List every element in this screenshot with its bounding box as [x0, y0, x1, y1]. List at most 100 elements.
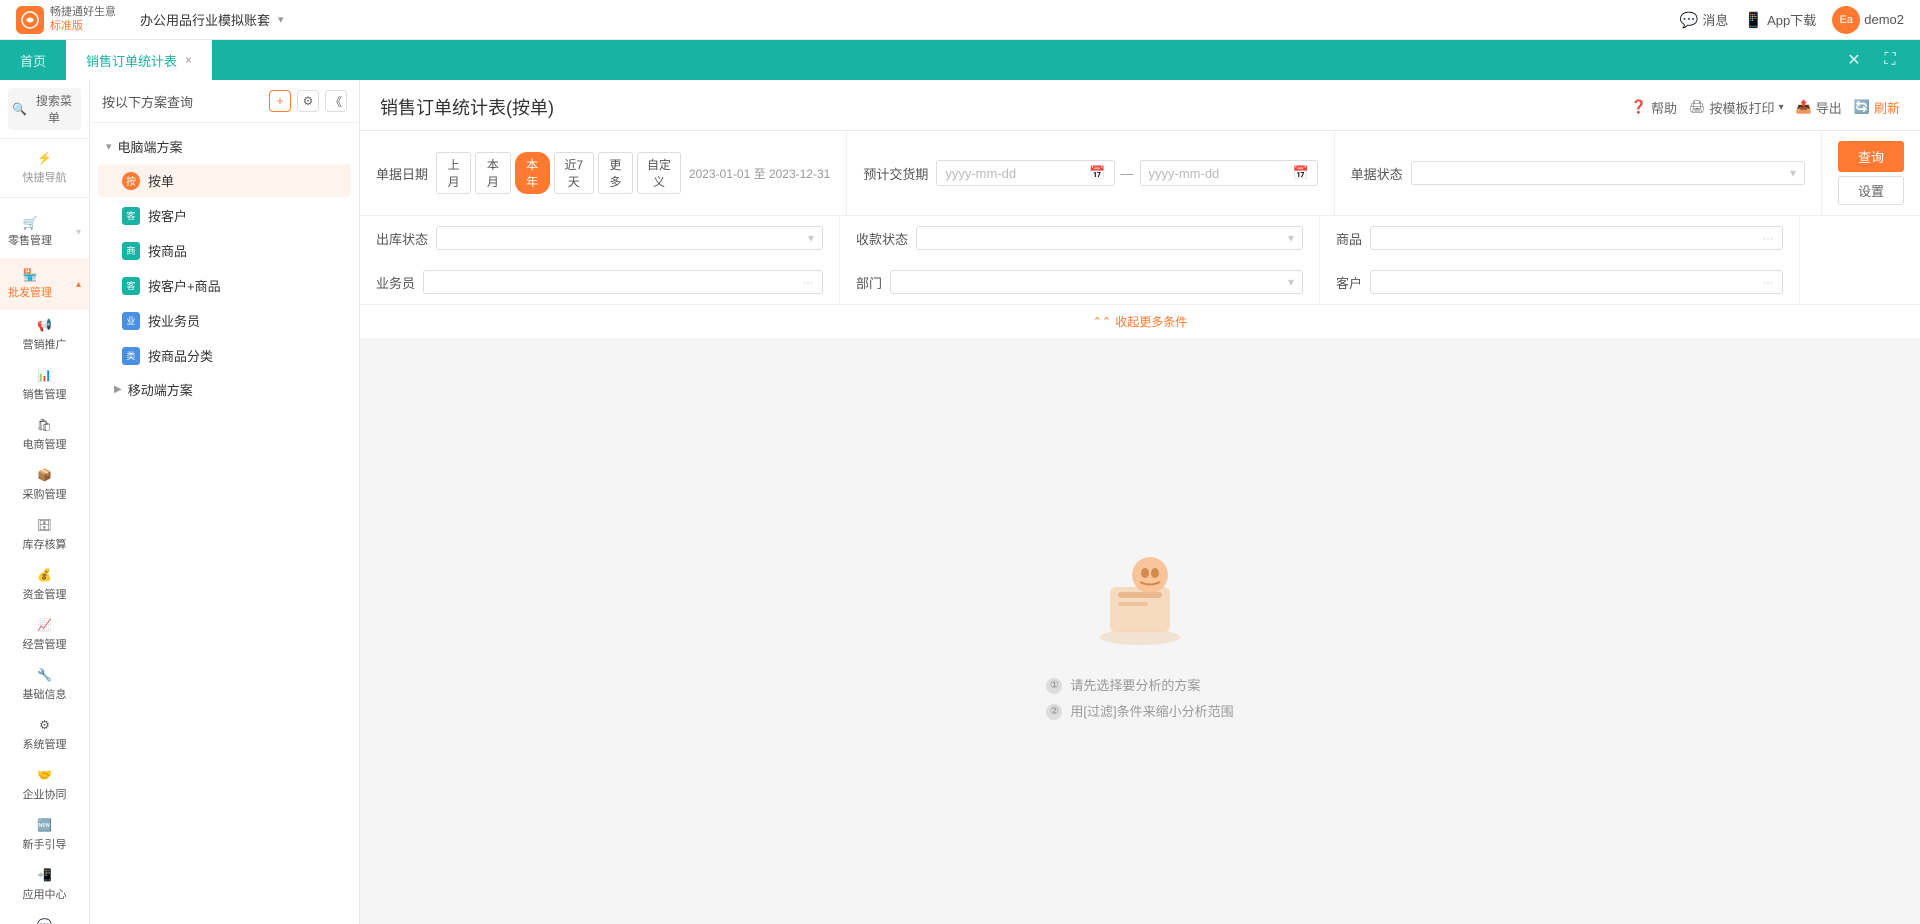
- scheme-label-by-order: 按单: [148, 171, 174, 190]
- query-btn[interactable]: 查询: [1838, 141, 1904, 172]
- date-btn-more[interactable]: 更多: [598, 152, 633, 194]
- sidebar-item-app[interactable]: 📲 应用中心: [0, 860, 89, 910]
- date-btn-custom[interactable]: 自定义: [637, 152, 681, 194]
- scheme-item-by-order[interactable]: 按 按单: [98, 164, 351, 197]
- scheme-label-by-goods-category: 按商品分类: [148, 346, 213, 365]
- nav-tabs: 首页 销售订单统计表 × ✕ ⛶: [0, 40, 1920, 80]
- download-btn[interactable]: 📱 App下载: [1744, 10, 1816, 29]
- app-title-arrow: ▾: [278, 13, 284, 26]
- collapse-bar[interactable]: ⌃⌃ 收起更多条件: [360, 304, 1920, 338]
- date-btn-last-month[interactable]: 上月: [436, 152, 471, 194]
- basic-icon: 🔧: [37, 668, 52, 682]
- sidebar-item-system[interactable]: ⚙ 系统管理: [0, 710, 89, 760]
- page-title: 销售订单统计表(按单): [380, 94, 554, 120]
- scheme-item-by-goods-category[interactable]: 类 按商品分类: [98, 339, 351, 372]
- calendar-start-icon: 📅: [1089, 165, 1105, 181]
- top-bar-left: 畅捷通好生意 标准版 办公用品行业模拟账套 ▾: [16, 6, 284, 34]
- scheme-item-by-salesman[interactable]: 业 按业务员: [98, 304, 351, 337]
- search-menu-btn[interactable]: 🔍 搜索菜单: [8, 88, 81, 130]
- help-btn[interactable]: ❓ 帮助: [1631, 98, 1677, 117]
- status-label: 单据状态: [1351, 164, 1403, 183]
- window-close-icon[interactable]: ✕: [1840, 46, 1868, 74]
- search-icon: 🔍: [12, 102, 27, 116]
- sidebar-item-inventory[interactable]: 🗄 库存核算: [0, 510, 89, 560]
- sales-icon: 📊: [37, 368, 52, 382]
- collect-status-dropdown-icon: ▾: [1288, 231, 1294, 245]
- scheme-item-by-customer[interactable]: 客 按客户: [98, 199, 351, 232]
- message-btn[interactable]: 💬 消息: [1680, 10, 1729, 29]
- status-select[interactable]: ▾: [1411, 161, 1805, 185]
- inventory-icon: 🗄: [37, 518, 52, 532]
- status-dropdown-icon: ▾: [1790, 166, 1796, 180]
- collapse-panel-btn[interactable]: 《: [325, 90, 347, 112]
- sidebar-item-basic[interactable]: 🔧 基础信息: [0, 660, 89, 710]
- scheme-label-by-salesman: 按业务员: [148, 311, 200, 330]
- scheme-subgroup-header-mobile[interactable]: ▶ 移动端方案: [98, 374, 351, 405]
- empty-svg: [1080, 537, 1200, 657]
- date-btn-this-year[interactable]: 本年: [515, 152, 550, 194]
- department-dropdown-icon: ▾: [1288, 275, 1294, 289]
- sidebar-item-ecommerce[interactable]: 🛍 电商管理: [0, 410, 89, 460]
- out-status-select[interactable]: ▾: [436, 226, 823, 250]
- tab-home[interactable]: 首页: [0, 40, 66, 80]
- filter-row-2: 出库状态 ▾ 收款状态: [360, 216, 1920, 260]
- scheme-item-by-customer-goods[interactable]: 客 按客户+商品: [98, 269, 351, 302]
- sidebar-item-marketing[interactable]: 📢 营销推广: [0, 310, 89, 360]
- logo-text: 畅捷通好生意 标准版: [50, 6, 116, 32]
- user-area[interactable]: Ea demo2: [1832, 6, 1904, 34]
- scheme-group-label-mobile: 移动端方案: [128, 380, 193, 399]
- export-btn[interactable]: 📤 导出: [1796, 98, 1842, 117]
- scheme-item-by-goods[interactable]: 商 按商品: [98, 234, 351, 267]
- calendar-end-icon: 📅: [1292, 165, 1308, 181]
- scheme-icon-by-customer-goods: 客: [122, 277, 140, 295]
- department-select[interactable]: ▾: [890, 270, 1303, 294]
- refresh-btn[interactable]: 🔄 刷新: [1854, 98, 1900, 117]
- sidebar-item-enterprise[interactable]: 🤝 企业协同: [0, 760, 89, 810]
- settings-scheme-btn[interactable]: ⚙: [297, 90, 319, 112]
- sidebar-item-quick-nav[interactable]: ⚡ 快捷导航: [0, 143, 89, 193]
- date-btn-this-month[interactable]: 本月: [475, 152, 510, 194]
- expected-date-end[interactable]: yyyy-mm-dd 📅: [1140, 160, 1318, 186]
- sidebar-item-purchase[interactable]: 📦 采购管理: [0, 460, 89, 510]
- quick-nav-icon: ⚡: [37, 151, 52, 165]
- sidebar-item-wholesale[interactable]: 🏪 批发管理 ▴: [0, 258, 89, 310]
- date-btn-7days[interactable]: 近7天: [554, 152, 594, 194]
- avatar: Ea: [1832, 6, 1860, 34]
- print-icon: 🖨: [1689, 99, 1706, 115]
- customer-input[interactable]: ···: [1370, 270, 1783, 294]
- expected-date-start[interactable]: yyyy-mm-dd 📅: [936, 160, 1114, 186]
- empty-num-2: ②: [1046, 704, 1062, 720]
- window-maximize-icon[interactable]: ⛶: [1876, 46, 1904, 74]
- export-icon: 📤: [1796, 99, 1812, 115]
- main-layout: 🔍 搜索菜单 ⚡ 快捷导航 🛒 零售管理 ▾ 🏪 批发管理 ▴: [0, 80, 1920, 924]
- tab-close-icon[interactable]: ×: [185, 53, 192, 67]
- sidebar-nav: ⚡ 快捷导航: [0, 139, 89, 198]
- out-status-label: 出库状态: [376, 229, 428, 248]
- sidebar-item-newbie[interactable]: 🆕 新手引导: [0, 810, 89, 860]
- content-area: 按以下方案查询 + ⚙ 《 ▾ 电脑端方案 按 按单: [90, 80, 1920, 924]
- operations-icon: 📈: [37, 618, 52, 632]
- sidebar-item-wechat[interactable]: 💬 企业微信: [0, 910, 89, 924]
- app-title[interactable]: 办公用品行业模拟账套: [140, 10, 270, 29]
- scheme-icon-by-order: 按: [122, 172, 140, 190]
- goods-input-wrap: ···: [1370, 226, 1783, 250]
- sidebar-item-finance[interactable]: 💰 资金管理: [0, 560, 89, 610]
- salesman-more-icon: ···: [802, 275, 814, 289]
- enterprise-icon: 🤝: [37, 768, 52, 782]
- customer-label: 客户: [1336, 273, 1362, 292]
- print-btn[interactable]: 🖨 按模板打印 ▾: [1689, 98, 1784, 117]
- scheme-group-header-pc[interactable]: ▾ 电脑端方案: [98, 131, 351, 162]
- goods-block: 商品 ···: [1320, 216, 1800, 260]
- settings-btn[interactable]: 设置: [1838, 176, 1904, 205]
- tab-sales-order[interactable]: 销售订单统计表 ×: [66, 40, 212, 80]
- empty-num-1: ①: [1046, 678, 1062, 694]
- collect-status-select[interactable]: ▾: [916, 226, 1303, 250]
- sidebar-item-retail[interactable]: 🛒 零售管理 ▾: [0, 206, 89, 258]
- sidebar-item-operations[interactable]: 📈 经营管理: [0, 610, 89, 660]
- add-scheme-btn[interactable]: +: [269, 90, 291, 112]
- customer-more-icon: ···: [1762, 275, 1774, 289]
- goods-input[interactable]: ···: [1370, 226, 1783, 250]
- expected-date-block: 预计交货期 yyyy-mm-dd 📅 — yyyy-mm-dd 📅: [847, 131, 1334, 215]
- sidebar-item-sales[interactable]: 📊 销售管理: [0, 360, 89, 410]
- salesman-input[interactable]: ···: [423, 270, 823, 294]
